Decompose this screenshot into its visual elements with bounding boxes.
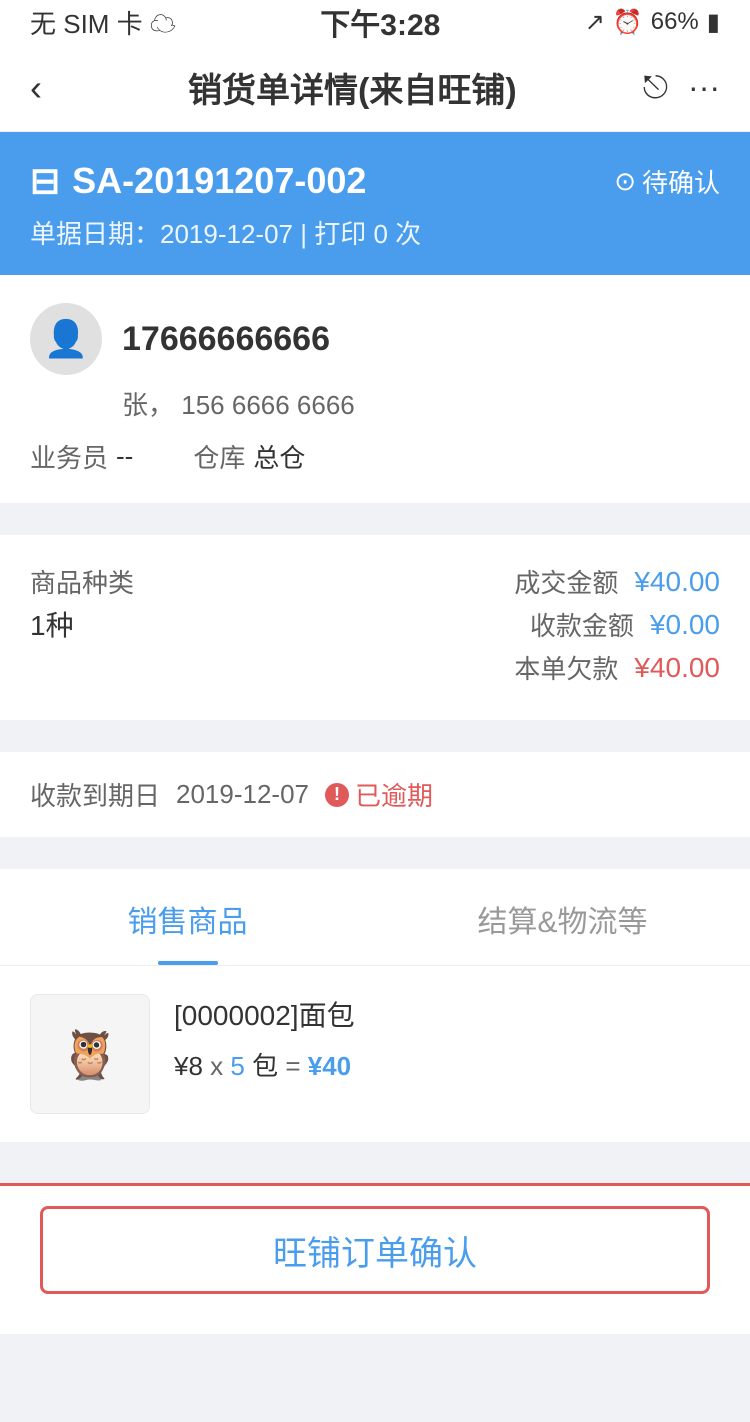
- status-right: ↗ ⏰ 66% ▮: [585, 8, 720, 37]
- confirm-button[interactable]: 旺铺订单确认: [40, 1206, 710, 1294]
- divider-2: [0, 736, 750, 752]
- order-status: ⊙ 待确认: [614, 163, 720, 200]
- overdue-badge: ! 已逾期: [325, 776, 433, 813]
- customer-phone: 17666666666: [122, 320, 330, 359]
- product-price: ¥8: [174, 1051, 203, 1081]
- sales-label: 业务员: [30, 438, 108, 475]
- sales-value: --: [116, 441, 133, 472]
- product-name: [0000002]面包: [174, 994, 355, 1034]
- received-label: 收款金额: [530, 606, 634, 643]
- tab-sales[interactable]: 销售商品: [0, 869, 375, 965]
- summary-section: 商品种类 1种 成交金额 ¥40.00 收款金额 ¥0.00 本单欠款 ¥40.…: [0, 535, 750, 720]
- back-button[interactable]: ‹: [30, 67, 42, 109]
- order-meta: 单据日期：2019-12-07 | 打印 0 次: [30, 214, 720, 251]
- multiply-sign: x: [210, 1051, 230, 1081]
- received-value: ¥0.00: [650, 609, 720, 641]
- divider-1: [0, 519, 750, 535]
- product-qty: 5: [230, 1051, 244, 1081]
- bottom-bar: 旺铺订单确认: [0, 1183, 750, 1334]
- share-icon[interactable]: ⎋: [643, 69, 668, 107]
- owed-value: ¥40.00: [634, 652, 720, 684]
- warehouse-label: 仓库: [193, 438, 245, 475]
- order-icon: ⊟: [30, 160, 60, 202]
- product-thumbnail: 🦉: [30, 994, 150, 1114]
- status-time: 下午3:28: [320, 0, 440, 44]
- status-left: 无 SIM 卡 ☁: [30, 4, 176, 41]
- customer-info-row: 业务员 -- 仓库 总仓: [30, 438, 720, 475]
- nav-actions: ⎋ ···: [643, 69, 720, 107]
- tab-settlement[interactable]: 结算&物流等: [375, 869, 750, 965]
- due-date-section: 收款到期日 2019-12-07 ! 已逾期: [0, 752, 750, 837]
- more-icon[interactable]: ···: [688, 69, 720, 106]
- status-bar: 无 SIM 卡 ☁ 下午3:28 ↗ ⏰ 66% ▮: [0, 0, 750, 44]
- alarm-icon: ⏰: [613, 8, 643, 37]
- product-type-label: 商品种类: [30, 563, 134, 600]
- product-info: [0000002]面包 ¥8 x 5 包 = ¥40: [174, 994, 355, 1083]
- warehouse-value: 总仓: [253, 438, 305, 475]
- tabs-row: 销售商品 结算&物流等: [0, 869, 750, 966]
- sim-status: 无 SIM 卡 ☁: [30, 4, 176, 41]
- avatar-icon: 👤: [44, 318, 89, 360]
- product-unit: 包: [252, 1051, 278, 1081]
- product-total: ¥40: [308, 1051, 351, 1081]
- overdue-dot-icon: !: [325, 783, 349, 807]
- equals-sign: =: [285, 1051, 307, 1081]
- product-logo-icon: 🦉: [60, 1026, 120, 1083]
- order-date: 单据日期：2019-12-07: [30, 219, 293, 249]
- product-type-value: 1种: [30, 604, 134, 644]
- amount-value: ¥40.00: [634, 566, 720, 598]
- divider-3: [0, 853, 750, 869]
- status-text: 待确认: [642, 163, 720, 200]
- nav-bar: ‹ 销货单详情(来自旺铺) ⎋ ···: [0, 44, 750, 132]
- order-number: ⊟ SA-20191207-002: [30, 160, 366, 202]
- tabs-section: 销售商品 结算&物流等 🦉 [0000002]面包 ¥8 x 5 包 = ¥40: [0, 869, 750, 1142]
- location-icon: ↗: [585, 8, 605, 37]
- overdue-text: 已逾期: [355, 776, 433, 813]
- due-date-label: 收款到期日: [30, 776, 160, 813]
- due-date-value: 2019-12-07: [176, 779, 309, 810]
- customer-name: 张， 156 6666 6666: [122, 385, 720, 422]
- header-card: ⊟ SA-20191207-002 ⊙ 待确认 单据日期：2019-12-07 …: [0, 132, 750, 275]
- battery-icon: ▮: [707, 8, 720, 37]
- order-print: 打印 0 次: [314, 219, 421, 249]
- product-item: 🦉 [0000002]面包 ¥8 x 5 包 = ¥40: [0, 966, 750, 1142]
- owed-label: 本单欠款: [514, 649, 618, 686]
- status-icon: ⊙: [614, 166, 636, 197]
- order-number-text: SA-20191207-002: [72, 160, 366, 202]
- customer-section: 👤 17666666666 张， 156 6666 6666 业务员 -- 仓库…: [0, 275, 750, 503]
- order-separator: |: [300, 219, 314, 249]
- amount-label: 成交金额: [514, 563, 618, 600]
- amounts-section: 成交金额 ¥40.00 收款金额 ¥0.00 本单欠款 ¥40.00: [514, 563, 720, 692]
- battery-status: 66%: [651, 8, 699, 36]
- page-title: 销货单详情(来自旺铺): [62, 63, 643, 112]
- customer-avatar: 👤: [30, 303, 102, 375]
- product-price-row: ¥8 x 5 包 = ¥40: [174, 1046, 355, 1083]
